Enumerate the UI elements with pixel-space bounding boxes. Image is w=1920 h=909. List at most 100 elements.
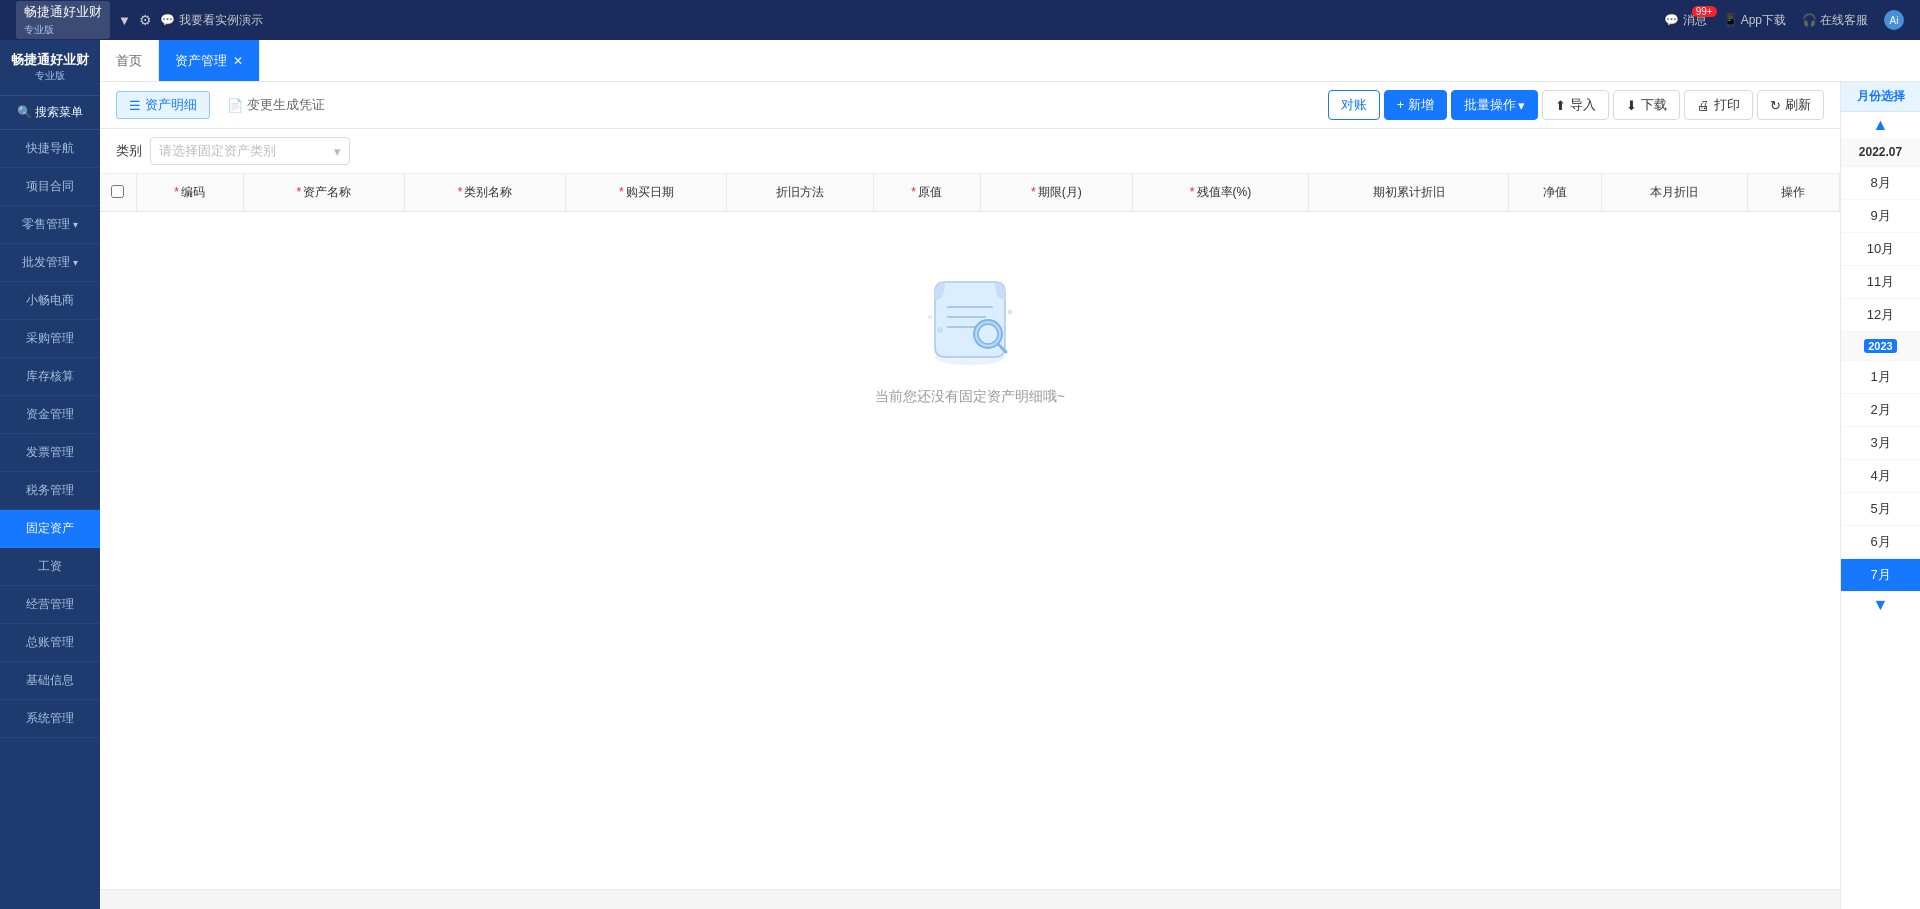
search-icon: 🔍 bbox=[17, 105, 32, 119]
category-label: 类别 bbox=[116, 142, 142, 160]
bottom-scroll-bar[interactable] bbox=[100, 889, 1840, 909]
col-operation: 操作 bbox=[1747, 174, 1839, 212]
month-item-9[interactable]: 9月 bbox=[1841, 200, 1920, 233]
sidebar-logo: 畅捷通好业财 专业版 bbox=[0, 40, 100, 96]
top-bar-left: 畅捷通好业财 专业版 ▼ ⚙ 💬 我要看实例演示 bbox=[16, 1, 263, 39]
dropdown-arrow-icon: ▾ bbox=[1518, 98, 1525, 113]
table-container: *编码 *资产名称 *类别名称 *购买日期 折旧方法 *原值 *期限(月) *残… bbox=[100, 174, 1840, 889]
download-button[interactable]: ⬇ 下载 bbox=[1613, 90, 1680, 120]
category-select[interactable]: 请选择固定资产类别 ▾ bbox=[150, 137, 350, 165]
month-nav-up[interactable]: ▲ bbox=[1841, 112, 1920, 138]
demo-link[interactable]: 💬 我要看实例演示 bbox=[160, 12, 263, 29]
sub-tab-change-voucher[interactable]: 📄 变更生成凭证 bbox=[214, 91, 338, 119]
col-purchase-date: *购买日期 bbox=[566, 174, 727, 212]
asset-table: *编码 *资产名称 *类别名称 *购买日期 折旧方法 *原值 *期限(月) *残… bbox=[100, 174, 1840, 466]
month-item-1[interactable]: 1月 bbox=[1841, 361, 1920, 394]
sidebar: 畅捷通好业财 专业版 🔍 搜索菜单 快捷导航 项目合同 零售管理 ▾ 批发管理 … bbox=[0, 40, 100, 909]
headset-icon: 🎧 bbox=[1802, 13, 1817, 27]
message-badge: 99+ bbox=[1692, 6, 1717, 17]
month-panel: 月份选择 ▲ 2022.07 8月 9月 10月 11月 12月 2023 1月… bbox=[1840, 82, 1920, 909]
month-item-4[interactable]: 4月 bbox=[1841, 460, 1920, 493]
col-residual-rate: *残值率(%) bbox=[1132, 174, 1308, 212]
sidebar-item-ledger[interactable]: 总账管理 bbox=[0, 624, 100, 662]
print-icon: 🖨 bbox=[1697, 98, 1710, 113]
svg-point-9 bbox=[1007, 310, 1012, 315]
settings-icon[interactable]: ⚙ bbox=[139, 12, 152, 28]
sidebar-item-purchase[interactable]: 采购管理 bbox=[0, 320, 100, 358]
reconcile-button[interactable]: 对账 bbox=[1328, 90, 1380, 120]
sidebar-item-invoice[interactable]: 发票管理 bbox=[0, 434, 100, 472]
download-icon: ⬇ bbox=[1626, 98, 1637, 113]
col-name: *资产名称 bbox=[243, 174, 404, 212]
col-category: *类别名称 bbox=[404, 174, 565, 212]
empty-illustration bbox=[910, 272, 1030, 372]
month-down-icon[interactable]: ▼ bbox=[1865, 594, 1897, 616]
svg-point-5 bbox=[978, 324, 998, 344]
import-button[interactable]: ⬆ 导入 bbox=[1542, 90, 1609, 120]
message-icon: 💬 bbox=[1664, 13, 1679, 27]
phone-icon: 📱 bbox=[1723, 13, 1738, 27]
col-code: *编码 bbox=[136, 174, 243, 212]
app-download-button[interactable]: 📱 App下载 bbox=[1723, 12, 1786, 29]
sidebar-item-retail[interactable]: 零售管理 ▾ bbox=[0, 206, 100, 244]
month-item-10[interactable]: 10月 bbox=[1841, 233, 1920, 266]
page-content: ☰ 资产明细 📄 变更生成凭证 对账 + 新增 bbox=[100, 82, 1920, 909]
sidebar-item-system[interactable]: 系统管理 bbox=[0, 700, 100, 738]
sidebar-item-payroll[interactable]: 工资 bbox=[0, 548, 100, 586]
sidebar-item-ecommerce[interactable]: 小畅电商 bbox=[0, 282, 100, 320]
col-net-value: 净值 bbox=[1509, 174, 1601, 212]
user-avatar[interactable]: Ai bbox=[1884, 10, 1904, 30]
tab-asset-mgmt[interactable]: 资产管理 ✕ bbox=[159, 40, 260, 81]
select-arrow-icon: ▾ bbox=[334, 144, 341, 159]
add-button[interactable]: + 新增 bbox=[1384, 90, 1447, 120]
sidebar-item-quick-nav[interactable]: 快捷导航 bbox=[0, 130, 100, 168]
tab-close-icon[interactable]: ✕ bbox=[233, 54, 243, 68]
month-item-2[interactable]: 2月 bbox=[1841, 394, 1920, 427]
user-icon: Ai bbox=[1884, 10, 1904, 30]
svg-point-8 bbox=[928, 315, 932, 319]
sub-tab-asset-detail[interactable]: ☰ 资产明细 bbox=[116, 91, 210, 119]
tab-home[interactable]: 首页 bbox=[100, 40, 159, 81]
content-area: 首页 资产管理 ✕ ☰ 资产明细 📄 变更生成凭证 bbox=[100, 40, 1920, 909]
month-item-3[interactable]: 3月 bbox=[1841, 427, 1920, 460]
import-icon: ⬆ bbox=[1555, 98, 1566, 113]
month-item-7[interactable]: 7月 bbox=[1841, 559, 1920, 592]
refresh-button[interactable]: ↻ 刷新 bbox=[1757, 90, 1824, 120]
message-button[interactable]: 💬 消息 99+ bbox=[1664, 12, 1707, 29]
col-monthly-depreciation: 本月折旧 bbox=[1601, 174, 1747, 212]
demo-icon: 💬 bbox=[160, 13, 175, 27]
select-all-checkbox[interactable] bbox=[111, 185, 124, 198]
month-up-icon[interactable]: ▲ bbox=[1865, 114, 1897, 136]
month-year-2023: 2023 bbox=[1841, 332, 1920, 361]
month-item-5[interactable]: 5月 bbox=[1841, 493, 1920, 526]
sidebar-item-basic-info[interactable]: 基础信息 bbox=[0, 662, 100, 700]
sidebar-edition: 专业版 bbox=[8, 69, 92, 83]
chevron-down-icon: ▾ bbox=[73, 257, 78, 268]
month-item-6[interactable]: 6月 bbox=[1841, 526, 1920, 559]
sidebar-item-operations[interactable]: 经营管理 bbox=[0, 586, 100, 624]
month-nav-down[interactable]: ▼ bbox=[1841, 592, 1920, 618]
sidebar-item-inventory[interactable]: 库存核算 bbox=[0, 358, 100, 396]
main-section: ☰ 资产明细 📄 变更生成凭证 对账 + 新增 bbox=[100, 82, 1840, 909]
chevron-down-icon: ▾ bbox=[73, 219, 78, 230]
sidebar-item-batch[interactable]: 批发管理 ▾ bbox=[0, 244, 100, 282]
month-item-8[interactable]: 8月 bbox=[1841, 167, 1920, 200]
filter-bar: 类别 请选择固定资产类别 ▾ bbox=[100, 129, 1840, 174]
month-item-12[interactable]: 12月 bbox=[1841, 299, 1920, 332]
sidebar-item-finance[interactable]: 资金管理 bbox=[0, 396, 100, 434]
sidebar-item-tax[interactable]: 税务管理 bbox=[0, 472, 100, 510]
company-dropdown[interactable]: ▼ bbox=[118, 13, 131, 28]
print-button[interactable]: 🖨 打印 bbox=[1684, 90, 1753, 120]
refresh-icon: ↻ bbox=[1770, 98, 1781, 113]
sidebar-item-fixed-assets[interactable]: 固定资产 bbox=[0, 510, 100, 548]
search-menu[interactable]: 🔍 搜索菜单 bbox=[0, 96, 100, 130]
sidebar-item-project-contract[interactable]: 项目合同 bbox=[0, 168, 100, 206]
sidebar-logo-text: 畅捷通好业财 bbox=[8, 52, 92, 69]
batch-ops-button[interactable]: 批量操作 ▾ bbox=[1451, 90, 1538, 120]
month-year-2022[interactable]: 2022.07 bbox=[1841, 138, 1920, 167]
sub-tab-bar: ☰ 资产明细 📄 变更生成凭证 对账 + 新增 bbox=[100, 82, 1840, 129]
online-service-button[interactable]: 🎧 在线客服 bbox=[1802, 12, 1868, 29]
month-item-11[interactable]: 11月 bbox=[1841, 266, 1920, 299]
company-name: 畅捷通好业财 专业版 bbox=[16, 1, 110, 39]
empty-state: 当前您还没有固定资产明细哦~ bbox=[100, 212, 1840, 466]
